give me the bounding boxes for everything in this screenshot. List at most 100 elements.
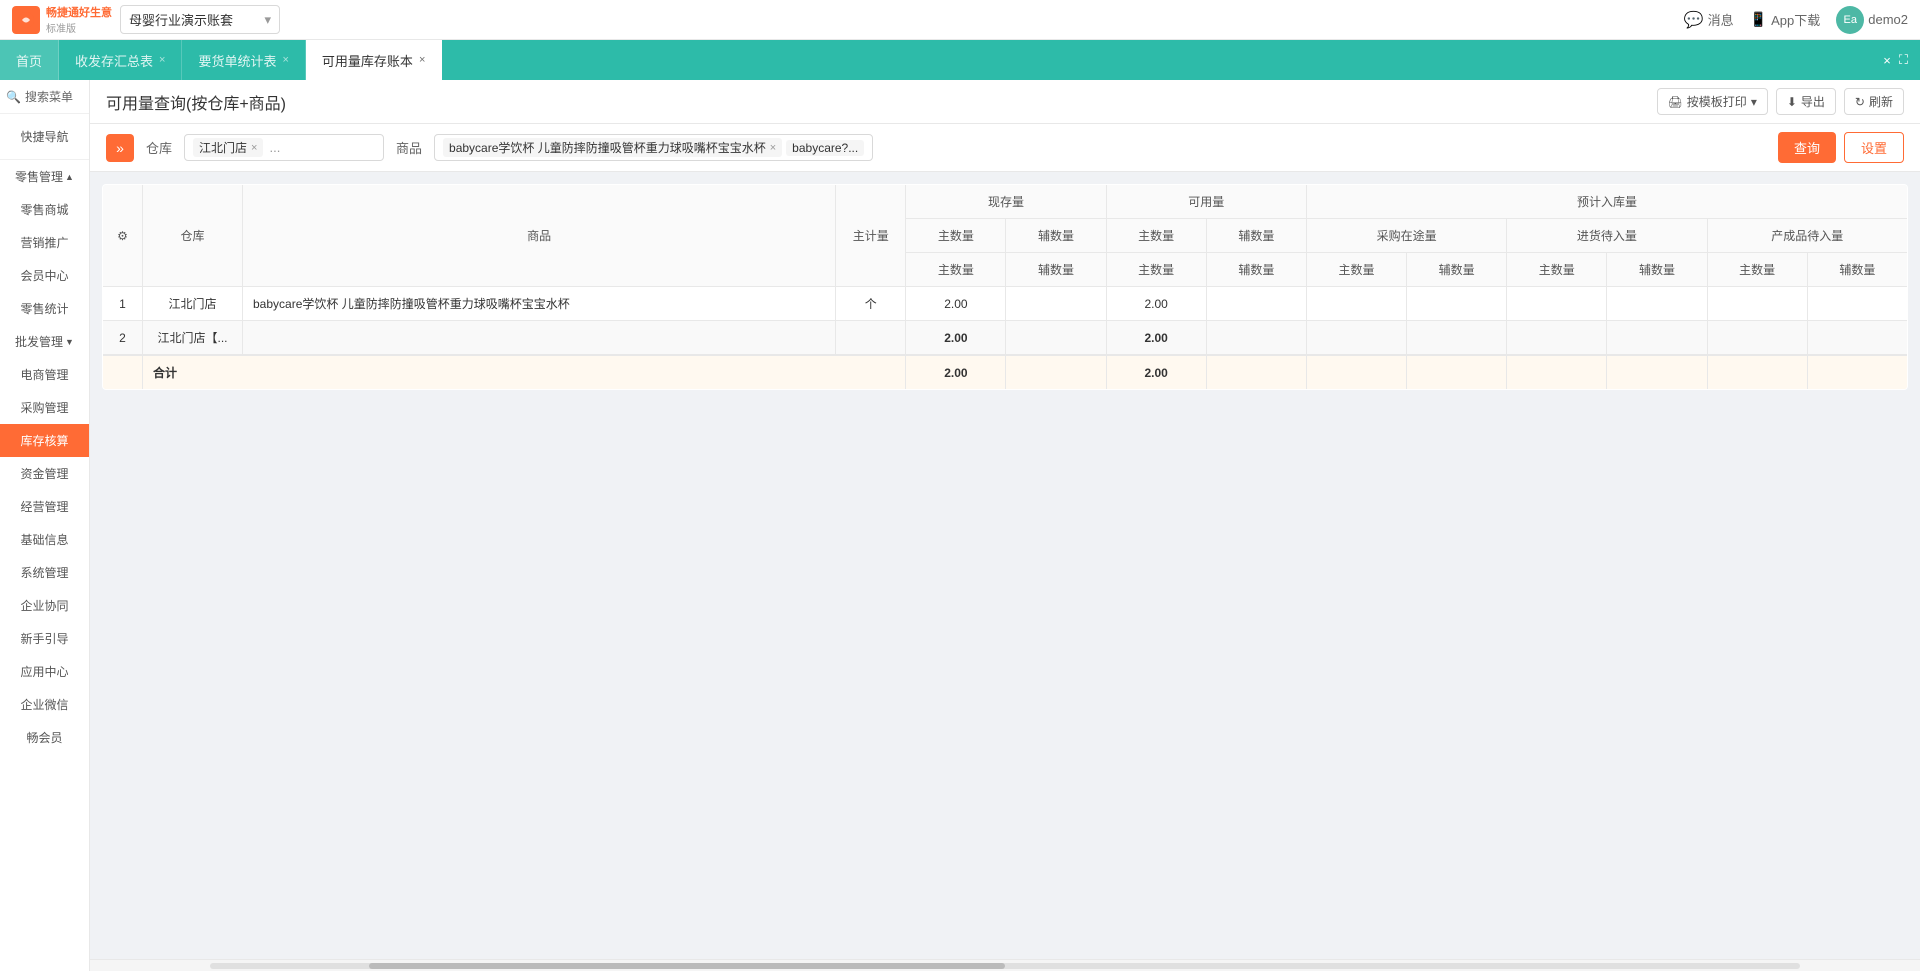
- th-incoming-sub: 辅数量: [1607, 253, 1707, 287]
- row1-production-main: [1707, 287, 1807, 321]
- th-settings[interactable]: ⚙: [103, 185, 143, 287]
- user-area[interactable]: Ea demo2: [1836, 6, 1908, 34]
- app-download-label: App下载: [1771, 10, 1820, 29]
- sidebar-item-system[interactable]: 系统管理: [0, 556, 89, 589]
- sidebar-item-retail-stat[interactable]: 零售统计: [0, 292, 89, 325]
- sidebar-item-ecommerce[interactable]: 电商管理: [0, 358, 89, 391]
- th-unit: 主计量: [836, 185, 906, 287]
- tenant-selector[interactable]: 母婴行业演示账套 ▾: [120, 5, 280, 34]
- tab-order[interactable]: 要货单统计表 ×: [182, 40, 305, 80]
- sidebar-item-purchase[interactable]: 采购管理: [0, 391, 89, 424]
- goods-input[interactable]: babycare学饮杯 儿童防摔防撞吸管杯重力球吸嘴杯宝宝水杯 × babyca…: [434, 134, 873, 161]
- settings-icon: ⚙: [117, 229, 128, 243]
- export-icon: ⬇: [1787, 95, 1797, 109]
- goods-tag-2: babycare?...: [786, 140, 864, 156]
- dropdown-icon: ▾: [264, 12, 271, 28]
- sidebar-retail-mgmt-label: 零售管理: [15, 168, 63, 185]
- sidebar-item-member2[interactable]: 畅会员: [0, 721, 89, 754]
- avatar-text: Ea: [1844, 14, 1857, 26]
- sidebar-operations-label: 经营管理: [20, 498, 68, 515]
- sidebar-item-operations[interactable]: 经营管理: [0, 490, 89, 523]
- row1-incoming-sub: [1607, 287, 1707, 321]
- sidebar-ecommerce-label: 电商管理: [20, 366, 68, 383]
- row1-avail-main: 2.00: [1106, 287, 1206, 321]
- tab-receive[interactable]: 收发存汇总表 ×: [59, 40, 182, 80]
- sidebar-item-quicknav[interactable]: 快捷导航: [0, 120, 89, 153]
- sidebar-item-inventory[interactable]: 库存核算: [0, 424, 89, 457]
- warehouse-input[interactable]: 江北门店 × ...: [184, 134, 384, 161]
- row2-incoming-sub: [1607, 321, 1707, 356]
- warehouse-more-dots[interactable]: ...: [269, 140, 280, 155]
- th-stock-main2: 主数量: [906, 253, 1006, 287]
- sidebar-item-member[interactable]: 会员中心: [0, 259, 89, 292]
- sidebar-item-retail-mgmt[interactable]: 零售管理 ▲: [0, 160, 89, 193]
- logo-text-area: 畅捷通好生意 标准版: [46, 4, 112, 35]
- sidebar-item-retail-mall[interactable]: 零售商城: [0, 193, 89, 226]
- filter-toggle-button[interactable]: »: [106, 134, 134, 162]
- refresh-button[interactable]: ↻ 刷新: [1844, 88, 1904, 115]
- sidebar-item-marketing[interactable]: 营销推广: [0, 226, 89, 259]
- app-download-button[interactable]: 📱 App下载: [1750, 10, 1821, 29]
- th-stock-sub: 辅数量: [1006, 219, 1106, 253]
- sidebar-item-newbie[interactable]: 新手引导: [0, 622, 89, 655]
- sidebar-retail-mall-label: 零售商城: [20, 201, 68, 218]
- footer-incoming-sub: [1607, 355, 1707, 390]
- app-logo-icon: [12, 6, 40, 34]
- sidebar-quicknav-label: 快捷导航: [20, 128, 68, 145]
- row2-avail-sub: [1206, 321, 1306, 356]
- template-print-icon: 🖨: [1668, 95, 1683, 109]
- message-button[interactable]: 💬 消息: [1684, 10, 1734, 30]
- footer-avail-main: 2.00: [1106, 355, 1206, 390]
- th-goods: 商品: [243, 185, 836, 287]
- goods-tag-1-close[interactable]: ×: [770, 142, 776, 154]
- goods-tag-1-value: babycare学饮杯 儿童防摔防撞吸管杯重力球吸嘴杯宝宝水杯: [449, 139, 766, 156]
- tab-home-label: 首页: [16, 51, 42, 70]
- filter-settings-button[interactable]: 设置: [1844, 132, 1904, 163]
- query-button[interactable]: 查询: [1778, 132, 1836, 163]
- sidebar-marketing-label: 营销推广: [20, 234, 68, 251]
- tab-available[interactable]: 可用量库存账本 ×: [306, 40, 442, 80]
- tab-close-all-icon[interactable]: ×: [1883, 53, 1891, 68]
- bottom-scrollbar[interactable]: [90, 959, 1920, 971]
- search-icon: 🔍: [6, 90, 21, 104]
- tab-receive-label: 收发存汇总表: [75, 51, 153, 70]
- tab-order-label: 要货单统计表: [198, 51, 276, 70]
- th-avail-sub: 辅数量: [1206, 219, 1306, 253]
- sidebar-newbie-label: 新手引导: [20, 630, 68, 647]
- sidebar-item-finance[interactable]: 资金管理: [0, 457, 89, 490]
- th-forecast: 预计入库量: [1306, 185, 1907, 219]
- sidebar-item-enterprise[interactable]: 企业协同: [0, 589, 89, 622]
- template-print-dropdown: ▾: [1751, 95, 1757, 109]
- th-available: 可用量: [1106, 185, 1306, 219]
- tab-order-close[interactable]: ×: [282, 54, 288, 66]
- tab-receive-close[interactable]: ×: [159, 54, 165, 66]
- row1-stock-main: 2.00: [906, 287, 1006, 321]
- warehouse-label: 仓库: [146, 138, 172, 157]
- download-icon: 📱: [1750, 11, 1767, 28]
- export-button[interactable]: ⬇ 导出: [1776, 88, 1836, 115]
- warehouse-tag-close[interactable]: ×: [251, 142, 257, 154]
- row1-stock-sub: [1006, 287, 1106, 321]
- page-actions: 🖨 按模板打印 ▾ ⬇ 导出 ↻ 刷新: [1657, 88, 1904, 115]
- sidebar-item-wholesale-mgmt[interactable]: 批发管理 ▼: [0, 325, 89, 358]
- footer-purchase-sub: [1407, 355, 1507, 390]
- th-avail-sub2: 辅数量: [1206, 253, 1306, 287]
- sidebar-wholesale-label: 批发管理: [15, 333, 63, 350]
- table-row: 1 江北门店 babycare学饮杯 儿童防摔防撞吸管杯重力球吸嘴杯宝宝水杯 个…: [103, 287, 1908, 321]
- th-avail-main2: 主数量: [1106, 253, 1206, 287]
- filter-toggle-icon: »: [116, 140, 124, 156]
- content-area: 可用量查询(按仓库+商品) 🖨 按模板打印 ▾ ⬇ 导出 ↻ 刷新: [90, 80, 1920, 971]
- tab-available-close[interactable]: ×: [419, 54, 425, 66]
- th-incoming-main: 主数量: [1507, 253, 1607, 287]
- th-avail-main: 主数量: [1106, 219, 1206, 253]
- sidebar-search[interactable]: 🔍 搜索菜单: [0, 80, 89, 114]
- footer-label: 合计: [143, 355, 906, 390]
- sidebar-item-appcenter[interactable]: 应用中心: [0, 655, 89, 688]
- tab-home[interactable]: 首页: [0, 40, 59, 80]
- sidebar-item-wechat[interactable]: 企业微信: [0, 688, 89, 721]
- tab-expand-icon[interactable]: ⛶: [1899, 52, 1908, 68]
- sidebar-finance-label: 资金管理: [20, 465, 68, 482]
- template-print-button[interactable]: 🖨 按模板打印 ▾: [1657, 88, 1768, 115]
- sidebar-item-basic[interactable]: 基础信息: [0, 523, 89, 556]
- tab-bar: 首页 收发存汇总表 × 要货单统计表 × 可用量库存账本 × × ⛶: [0, 40, 1920, 80]
